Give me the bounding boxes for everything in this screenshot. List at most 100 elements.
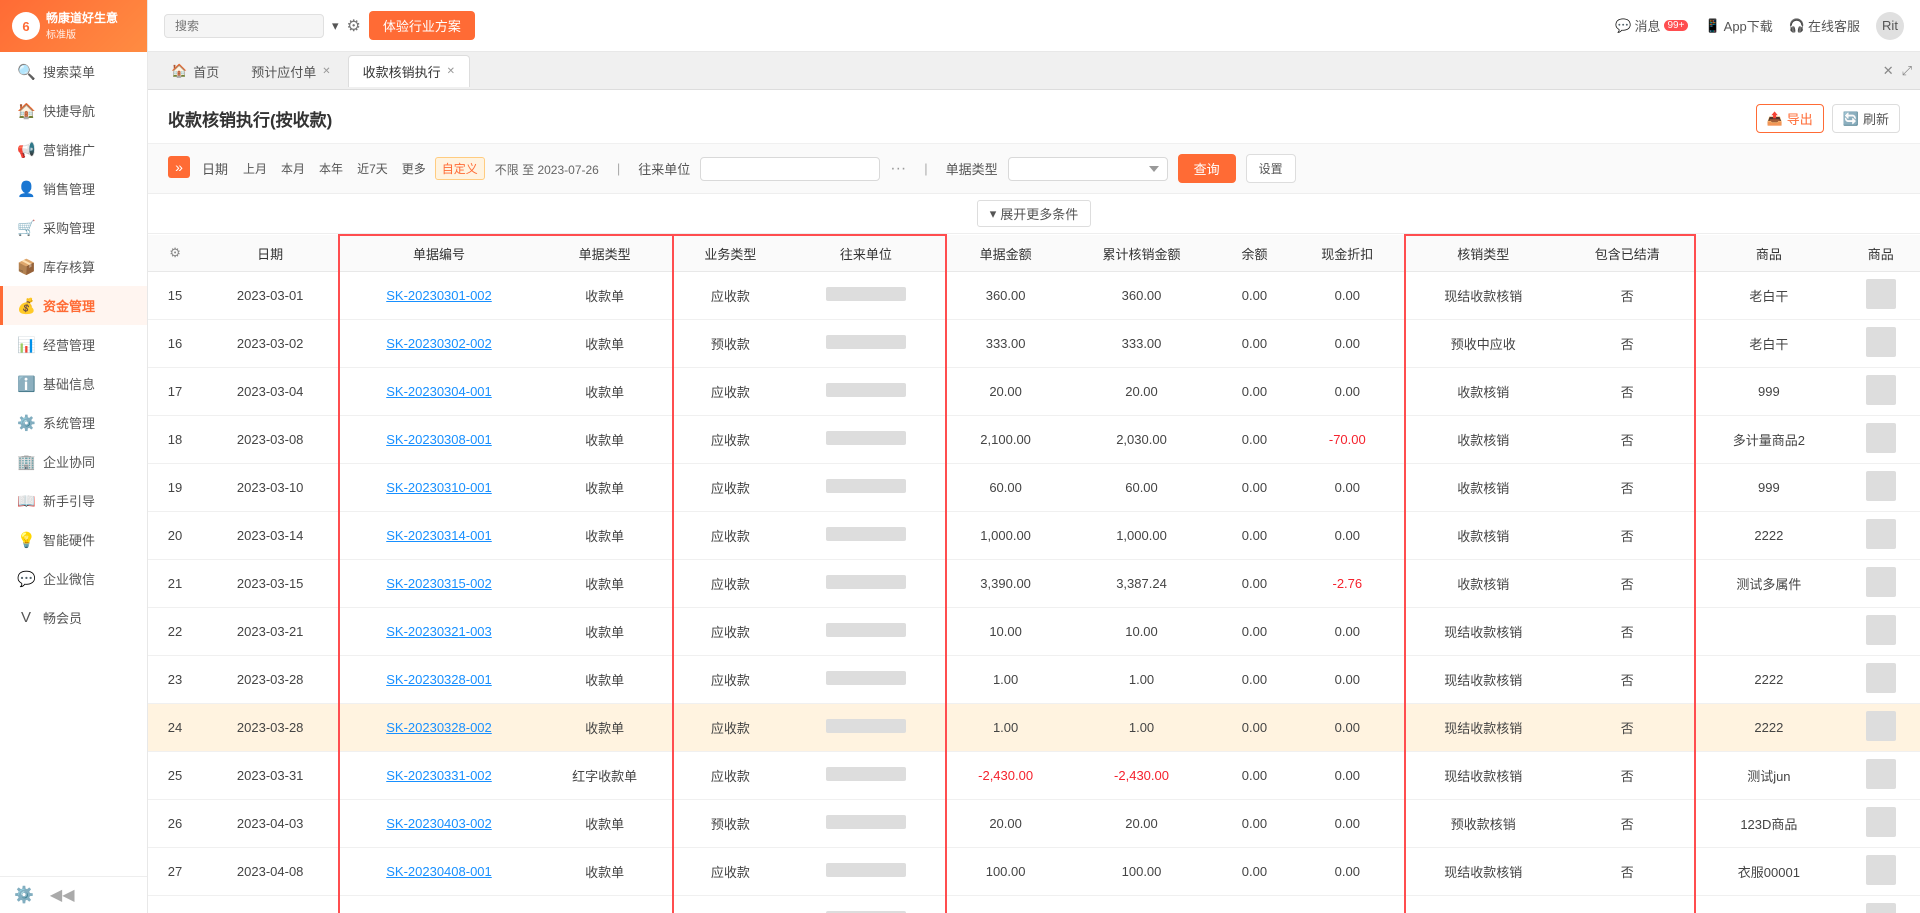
doc-type-filter-select[interactable] <box>1008 157 1168 181</box>
tab-prepay-close[interactable]: ✕ <box>322 66 330 77</box>
row-goods2 <box>1841 368 1920 416</box>
col-doc-no: 单据编号 <box>339 235 537 272</box>
row-amount: 360.00 <box>946 272 1065 320</box>
row-biz-type: 应收款 <box>673 896 788 913</box>
sidebar-item-wechat[interactable]: 💬 企业微信 <box>0 559 147 598</box>
doc-link[interactable]: SK-20230403-002 <box>386 816 492 831</box>
row-goods: 老白干 <box>1695 320 1841 368</box>
col-balance: 余额 <box>1218 235 1290 272</box>
row-included: 否 <box>1560 512 1695 560</box>
doc-link[interactable]: SK-20230304-001 <box>386 384 492 399</box>
col-settings[interactable]: ⚙ <box>148 235 202 272</box>
doc-link[interactable]: SK-20230328-002 <box>386 720 492 735</box>
row-cancel-type: 现结收款核销 <box>1405 848 1560 896</box>
doc-link[interactable]: SK-20230308-001 <box>386 432 492 447</box>
table-row: 21 2023-03-15 SK-20230315-002 收款单 应收款 3,… <box>148 560 1920 608</box>
sidebar-item-basic[interactable]: ℹ️ 基础信息 <box>0 364 147 403</box>
industry-btn[interactable]: 体验行业方案 <box>369 11 475 40</box>
sidebar-item-enterprise[interactable]: 🏢 企业协同 <box>0 442 147 481</box>
date-btn-more[interactable]: 更多 <box>397 157 431 180</box>
sidebar-item-marketing[interactable]: 📢 营销推广 <box>0 130 147 169</box>
row-doc-no: SK-20230314-001 <box>339 512 537 560</box>
tab-expand-icon[interactable]: ⤢ <box>1902 63 1912 79</box>
row-cancel-type: 收款核销 <box>1405 368 1560 416</box>
doc-link[interactable]: SK-20230315-002 <box>386 576 492 591</box>
refresh-button[interactable]: 🔄 刷新 <box>1832 104 1900 133</box>
row-partner <box>787 608 945 656</box>
doc-link[interactable]: SK-20230314-001 <box>386 528 492 543</box>
message-badge: 99+ <box>1664 20 1689 31</box>
sidebar-item-purchase[interactable]: 🛒 采购管理 <box>0 208 147 247</box>
row-discount: -2.76 <box>1291 560 1406 608</box>
row-doc-type: 收款单 <box>538 704 673 752</box>
row-included: 否 <box>1560 464 1695 512</box>
sidebar-item-operation[interactable]: 📊 经营管理 <box>0 325 147 364</box>
topbar-dropdown-button[interactable]: ▾ <box>332 18 339 34</box>
tab-collection[interactable]: 收款核销执行 ✕ <box>348 55 470 87</box>
doc-link[interactable]: SK-20230321-003 <box>386 624 492 639</box>
sidebar-item-hardware[interactable]: 💡 智能硬件 <box>0 520 147 559</box>
row-doc-type: 收款单 <box>538 320 673 368</box>
doc-link[interactable]: SK-20230310-001 <box>386 480 492 495</box>
export-button[interactable]: 📤 导出 <box>1756 104 1824 133</box>
data-table-container: ⚙ 日期 单据编号 单据类型 业务类型 往来单位 单据金额 累计核销金额 余额 … <box>148 234 1920 913</box>
table-row: 24 2023-03-28 SK-20230328-002 收款单 应收款 1.… <box>148 704 1920 752</box>
sidebar-item-finance[interactable]: 💰 资金管理 <box>0 286 147 325</box>
filter-settings-button[interactable]: 设置 <box>1246 154 1296 183</box>
date-btn-this-month[interactable]: 本月 <box>276 157 310 180</box>
row-cancel-type: 现结收款核销 <box>1405 608 1560 656</box>
settings-gear-icon[interactable]: ⚙️ <box>14 885 34 905</box>
row-date: 2023-03-04 <box>202 368 339 416</box>
sidebar-item-inventory[interactable]: 📦 库存核算 <box>0 247 147 286</box>
date-btn-7days[interactable]: 近7天 <box>352 157 393 180</box>
expand-conditions-button[interactable]: ▾ 展开更多条件 <box>977 200 1092 227</box>
table-body: 15 2023-03-01 SK-20230301-002 收款单 应收款 36… <box>148 272 1920 913</box>
topbar-gear-icon[interactable]: ⚙ <box>347 16 361 36</box>
tab-prepay[interactable]: 预计应付单 ✕ <box>236 55 345 87</box>
row-amount: 1,000.00 <box>946 512 1065 560</box>
row-date: 2023-04-03 <box>202 800 339 848</box>
date-btn-last-month[interactable]: 上月 <box>238 157 272 180</box>
row-goods2 <box>1841 320 1920 368</box>
sidebar-item-nav[interactable]: 🏠 快捷导航 <box>0 91 147 130</box>
row-doc-no: SK-20230321-003 <box>339 608 537 656</box>
tab-close-all-icon[interactable]: ✕ <box>1883 63 1894 79</box>
column-settings-icon[interactable]: ⚙ <box>169 245 181 260</box>
tab-collection-close[interactable]: ✕ <box>447 66 455 77</box>
doc-link[interactable]: SK-20230331-002 <box>386 768 492 783</box>
doc-link[interactable]: SK-20230301-002 <box>386 288 492 303</box>
date-filter-label: 日期 <box>202 159 228 178</box>
row-no: 15 <box>148 272 202 320</box>
row-settled: 20.00 <box>1065 368 1219 416</box>
doc-link[interactable]: SK-20230408-001 <box>386 864 492 879</box>
row-goods2 <box>1841 704 1920 752</box>
doc-type-filter-label: 单据类型 <box>946 159 998 178</box>
row-goods2 <box>1841 512 1920 560</box>
filter-toggle-button[interactable]: » <box>168 156 190 178</box>
avatar[interactable]: Rit <box>1876 12 1904 40</box>
search-menu-icon: 🔍 <box>17 63 35 81</box>
row-doc-type: 红字收款单 <box>538 752 673 800</box>
sidebar-item-guide[interactable]: 📖 新手引导 <box>0 481 147 520</box>
col-goods2: 商品 <box>1841 235 1920 272</box>
row-doc-type: 收款单 <box>538 608 673 656</box>
sidebar-item-system[interactable]: ⚙️ 系统管理 <box>0 403 147 442</box>
sidebar-item-search[interactable]: 🔍 搜索菜单 <box>0 52 147 91</box>
search-input[interactable] <box>164 14 324 38</box>
row-biz-type: 预收款 <box>673 320 788 368</box>
doc-link[interactable]: SK-20230328-001 <box>386 672 492 687</box>
table-row: 20 2023-03-14 SK-20230314-001 收款单 应收款 1,… <box>148 512 1920 560</box>
date-btn-this-year[interactable]: 本年 <box>314 157 348 180</box>
partner-filter-input[interactable] <box>700 157 880 181</box>
message-btn[interactable]: 💬 消息 99+ <box>1615 16 1688 35</box>
sidebar-item-vip[interactable]: V 畅会员 <box>0 598 147 637</box>
online-service-btn[interactable]: 🎧 在线客服 <box>1789 16 1860 35</box>
tab-home[interactable]: 🏠 首页 <box>156 55 234 87</box>
app-download-btn[interactable]: 📱 App下载 <box>1704 16 1772 35</box>
query-button[interactable]: 查询 <box>1178 154 1236 183</box>
date-btn-custom[interactable]: 自定义 <box>435 157 485 180</box>
sidebar-item-sales[interactable]: 👤 销售管理 <box>0 169 147 208</box>
sidebar-collapse-icon[interactable]: ◀◀ <box>50 885 75 905</box>
row-settled: 20.00 <box>1065 800 1219 848</box>
doc-link[interactable]: SK-20230302-002 <box>386 336 492 351</box>
